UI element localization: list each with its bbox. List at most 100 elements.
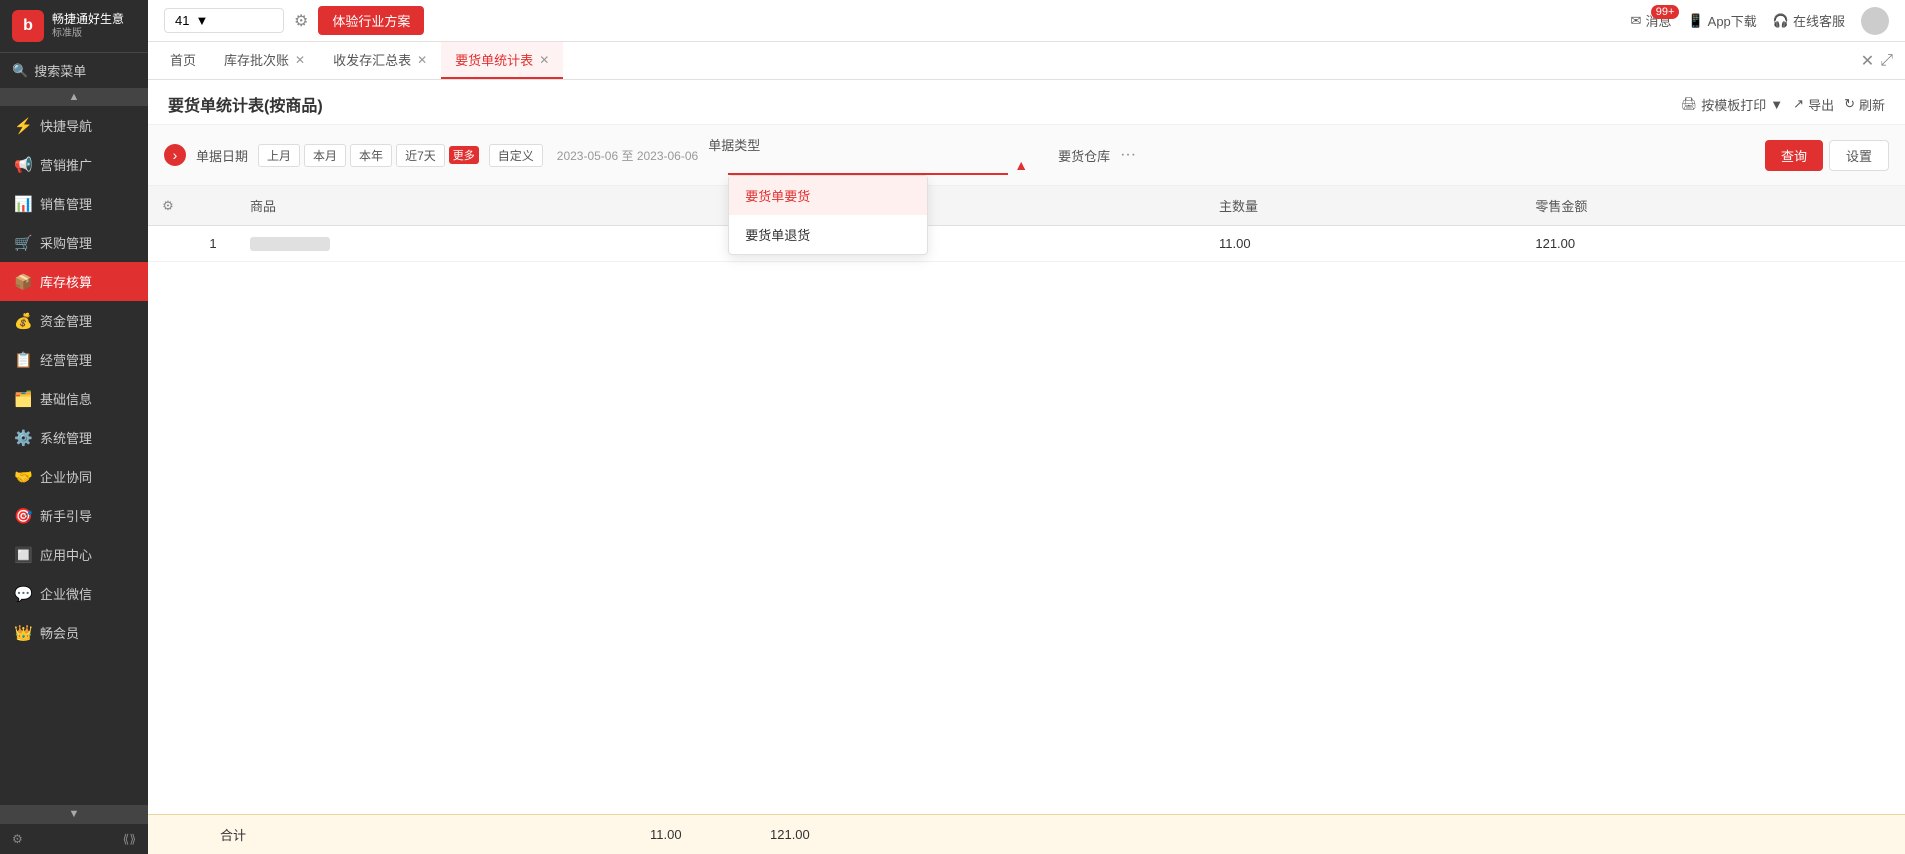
filter-toggle-btn[interactable]: › [164, 144, 186, 166]
filter-actions: 查询 设置 [1765, 140, 1889, 171]
vip-icon: 👑 [14, 624, 32, 642]
system-icon: ⚙️ [14, 429, 32, 447]
tabs-expand-btn[interactable]: ⤢ [1880, 52, 1893, 70]
sidebar-item-inventory[interactable]: 📦 库存核算 [0, 262, 148, 301]
sidebar-item-purchase[interactable]: 🛒 采购管理 [0, 223, 148, 262]
topbar-left: 41 ▼ ⚙ 体验行业方案 [164, 6, 424, 35]
filter-settings-btn[interactable]: 设置 [1829, 140, 1889, 171]
tab-inventory-batch[interactable]: 库存批次账 ✕ [210, 42, 319, 79]
sidebar-item-guide[interactable]: 🎯 新手引导 [0, 496, 148, 535]
search-icon: 🔍 [12, 63, 28, 79]
warehouse-filter-more-btn[interactable]: ··· [1120, 146, 1136, 164]
shortcut-7days[interactable]: 近7天 [396, 144, 445, 167]
tab-home[interactable]: 首页 [156, 42, 210, 79]
sidebar-item-appstore[interactable]: 🔲 应用中心 [0, 535, 148, 574]
page-header: 要货单统计表(按商品) 🖨 按模板打印 ▼ ↗ 导出 ↻ 刷新 [148, 80, 1905, 125]
type-filter-label: 单据类型 [708, 138, 760, 153]
footer-qty: 11.00 [650, 827, 770, 842]
row-amount-cell: 121.00 [1523, 226, 1905, 262]
table-container: ⚙ 商品 主计量单位 主数量 零售金额 [148, 186, 1905, 262]
sidebar-scroll-up[interactable]: ▲ [0, 88, 148, 106]
store-name: 41 [175, 13, 189, 28]
shortcut-prev-month[interactable]: 上月 [258, 144, 300, 167]
store-chevron-icon: ▼ [195, 13, 208, 28]
sidebar-item-marketing[interactable]: 📢 营销推广 [0, 145, 148, 184]
guide-icon: 🎯 [14, 507, 32, 525]
shortcuts-more-badge[interactable]: 更多 [449, 146, 479, 164]
trial-btn[interactable]: 体验行业方案 [318, 6, 424, 35]
inventory-icon: 📦 [14, 273, 32, 291]
sidebar-item-quick-nav[interactable]: ⚡ 快捷导航 [0, 106, 148, 145]
sidebar-settings-icon[interactable]: ⚙ [12, 832, 23, 846]
table-footer: 合计 11.00 121.00 [148, 814, 1905, 854]
table-header: ⚙ 商品 主计量单位 主数量 零售金额 [148, 186, 1905, 226]
tab-receive-summary[interactable]: 收发存汇总表 ✕ [319, 42, 441, 79]
headset-icon: 🎧 [1773, 13, 1789, 29]
col-header-amount: 零售金额 [1523, 186, 1905, 226]
table-body: 1 块 11.00 121.00 [148, 226, 1905, 262]
row-settings-cell [148, 226, 188, 262]
tabs-bar: 首页 库存批次账 ✕ 收发存汇总表 ✕ 要货单统计表 ✕ ✕ ⤢ [148, 42, 1905, 80]
topbar-right: ✉ 消息 99+ 📱 App下载 🎧 在线客服 [1631, 7, 1889, 35]
topbar-gear-btn[interactable]: ⚙ [294, 11, 308, 31]
logo-text: 畅捷通好生意 标准版 [52, 12, 124, 41]
type-filter-input[interactable] [728, 154, 1008, 175]
page-title: 要货单统计表(按商品) [168, 92, 323, 116]
tab-order-stats-close[interactable]: ✕ [539, 53, 549, 67]
messages-btn[interactable]: ✉ 消息 99+ [1631, 11, 1672, 30]
col-header-index [188, 186, 238, 226]
sidebar-item-enterprise[interactable]: 🤝 企业协同 [0, 457, 148, 496]
refresh-icon: ↻ [1844, 96, 1855, 112]
date-filter-label: 单据日期 [196, 146, 248, 165]
export-btn[interactable]: ↗ 导出 [1793, 95, 1834, 114]
phone-icon: 📱 [1687, 13, 1703, 29]
online-service-btn[interactable]: 🎧 在线客服 [1773, 11, 1845, 30]
sidebar-item-sales[interactable]: 📊 销售管理 [0, 184, 148, 223]
custom-date-btn[interactable]: 自定义 [489, 144, 543, 167]
query-btn[interactable]: 查询 [1765, 140, 1823, 171]
main-area: 41 ▼ ⚙ 体验行业方案 ✉ 消息 99+ 📱 App下载 🎧 在线客服 [148, 0, 1905, 854]
marketing-icon: 📢 [14, 156, 32, 174]
sidebar-collapse-btn[interactable]: ⟪⟫ [123, 832, 136, 846]
table-row: 1 块 11.00 121.00 [148, 226, 1905, 262]
export-icon: ↗ [1793, 96, 1804, 112]
col-settings-icon[interactable]: ⚙ [162, 198, 174, 213]
quick-nav-icon: ⚡ [14, 117, 32, 135]
shortcut-this-year[interactable]: 本年 [350, 144, 392, 167]
dropdown-item-order-goods[interactable]: 要货单要货 [729, 176, 927, 215]
footer-label: 合计 [160, 825, 530, 844]
finance-icon: 💰 [14, 312, 32, 330]
tab-order-stats[interactable]: 要货单统计表 ✕ [441, 42, 563, 79]
refresh-btn[interactable]: ↻ 刷新 [1844, 95, 1885, 114]
filter-type-wrapper: 单据类型 ▲ 要货单要货 要货单退货 [708, 135, 1028, 175]
sidebar-item-operations[interactable]: 📋 经营管理 [0, 340, 148, 379]
tabs-bar-controls: ✕ ⤢ [1861, 42, 1897, 79]
tab-receive-summary-close[interactable]: ✕ [417, 53, 427, 67]
wechat-icon: 💬 [14, 585, 32, 603]
col-header-settings[interactable]: ⚙ [148, 186, 188, 226]
print-btn[interactable]: 🖨 按模板打印 ▼ [1681, 95, 1783, 114]
tab-inventory-batch-close[interactable]: ✕ [295, 53, 305, 67]
topbar: 41 ▼ ⚙ 体验行业方案 ✉ 消息 99+ 📱 App下载 🎧 在线客服 [148, 0, 1905, 42]
user-avatar[interactable] [1861, 7, 1889, 35]
sidebar-search-btn[interactable]: 🔍 搜索菜单 [0, 53, 148, 88]
sidebar-scroll-down[interactable]: ▼ [0, 805, 148, 823]
sidebar-item-wechat[interactable]: 💬 企业微信 [0, 574, 148, 613]
sidebar-item-system[interactable]: ⚙️ 系统管理 [0, 418, 148, 457]
dropdown-item-order-return[interactable]: 要货单退货 [729, 215, 927, 254]
row-qty-cell: 11.00 [1207, 226, 1523, 262]
sales-icon: 📊 [14, 195, 32, 213]
sidebar-item-finance[interactable]: 💰 资金管理 [0, 301, 148, 340]
type-filter-chevron-icon[interactable]: ▲ [1014, 157, 1028, 173]
filter-type-section: ▲ 要货单要货 要货单退货 [728, 154, 1028, 175]
basics-icon: 🗂️ [14, 390, 32, 408]
store-selector[interactable]: 41 ▼ [164, 8, 284, 33]
date-shortcuts: 上月 本月 本年 近7天 更多 [258, 144, 479, 167]
sidebar-item-basics[interactable]: 🗂️ 基础信息 [0, 379, 148, 418]
tabs-close-all-btn[interactable]: ✕ [1861, 51, 1874, 71]
sidebar-item-vip[interactable]: 👑 畅会员 [0, 613, 148, 652]
shortcut-this-month[interactable]: 本月 [304, 144, 346, 167]
app-download-btn[interactable]: 📱 App下载 [1687, 11, 1756, 30]
sidebar-logo: b 畅捷通好生意 标准版 [0, 0, 148, 53]
sidebar: b 畅捷通好生意 标准版 🔍 搜索菜单 ▲ ⚡ 快捷导航 📢 营销推广 📊 销售… [0, 0, 148, 854]
